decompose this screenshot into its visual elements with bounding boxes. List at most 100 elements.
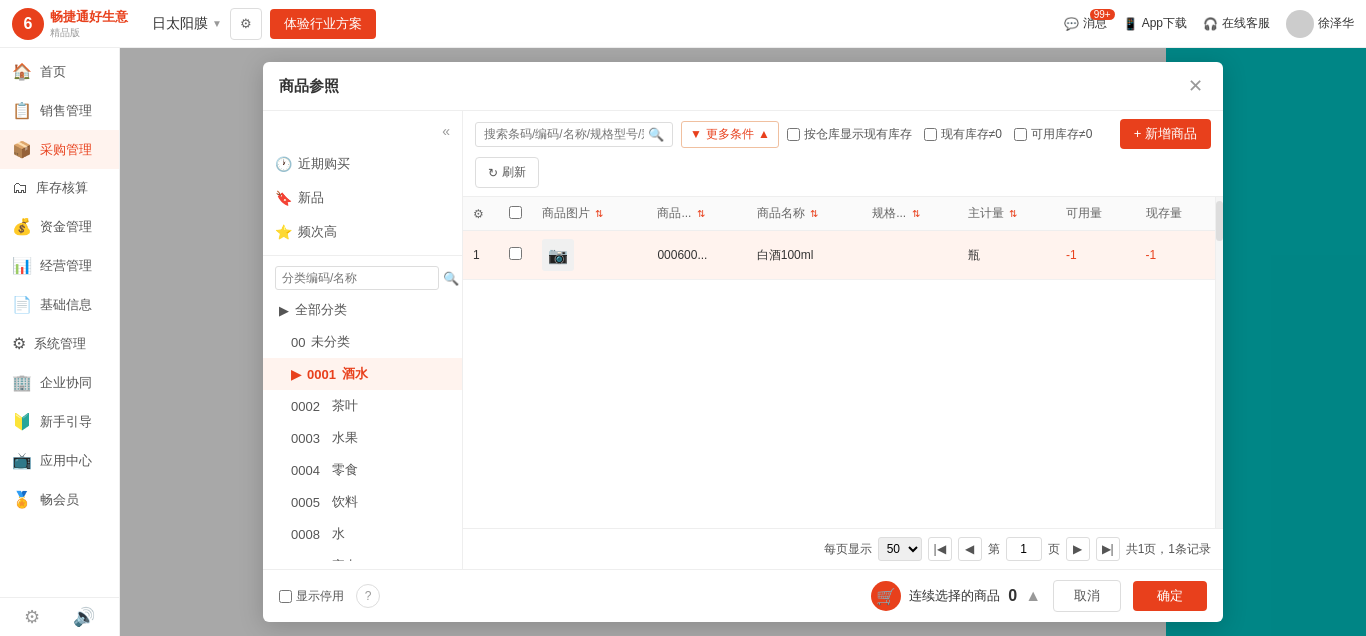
collapse-button[interactable]: « — [442, 123, 450, 139]
category-item-0004[interactable]: 0004 零食 — [263, 454, 462, 486]
sidebar-item-inventory[interactable]: 🗂 库存核算 — [0, 169, 119, 207]
modal-footer: 显示停用 ? 🛒 连续选择的商品 0 ▲ 取消 确定 — [263, 569, 1223, 622]
message-icon: 💬 — [1064, 17, 1079, 31]
modal-overlay: 商品参照 ✕ « 🕐 近期购买 — [120, 48, 1366, 636]
category-item-0005[interactable]: 0005 饮料 — [263, 486, 462, 518]
cart-area: 🛒 连续选择的商品 0 ▲ — [871, 581, 1041, 611]
category-item-0008[interactable]: 0008 水 — [263, 518, 462, 550]
cart-icon-button[interactable]: 🛒 — [871, 581, 901, 611]
warehouse-display-checkbox[interactable] — [787, 128, 800, 141]
col-settings[interactable]: ⚙ — [463, 197, 499, 231]
product-table: ⚙ 商品图片 ⇅ 商品... — [463, 197, 1215, 280]
left-panel: « 🕐 近期购买 🔖 新品 ⭐ 频次高 — [263, 111, 463, 569]
home-icon: 🏠 — [12, 62, 32, 81]
system-icon: ⚙ — [12, 334, 26, 353]
warehouse-display-label[interactable]: 按仓库显示现有库存 — [787, 126, 912, 143]
freq-icon: ⭐ — [275, 224, 292, 240]
product-reference-modal: 商品参照 ✕ « 🕐 近期购买 — [263, 62, 1223, 622]
gear-button[interactable]: ⚙ — [230, 8, 262, 40]
sidebar-item-guide[interactable]: 🔰 新手引导 — [0, 402, 119, 441]
app-download-item[interactable]: 📱 App下载 — [1123, 15, 1187, 32]
col-image: 商品图片 ⇅ — [532, 197, 647, 231]
refresh-icon: ↻ — [488, 166, 498, 180]
table-body: 1 📷 000600... 白酒100ml — [463, 231, 1215, 280]
nav-selector[interactable]: 日太阳膜 ▼ — [152, 15, 222, 33]
refresh-button[interactable]: ↻ 刷新 — [475, 157, 539, 188]
last-page-button[interactable]: ▶| — [1096, 537, 1120, 561]
new-product-item[interactable]: 🔖 新品 — [263, 181, 462, 215]
sidebar-item-sales[interactable]: 📋 销售管理 — [0, 91, 119, 130]
category-item-00[interactable]: 00 未分类 — [263, 326, 462, 358]
filter-up-icon: ▲ — [758, 127, 770, 141]
close-icon[interactable]: ✕ — [1183, 74, 1207, 98]
expand-arrow-icon: ▶ — [279, 303, 289, 318]
modal-header: 商品参照 ✕ — [263, 62, 1223, 111]
service-item[interactable]: 🎧 在线客服 — [1203, 15, 1270, 32]
first-page-button[interactable]: |◀ — [928, 537, 952, 561]
new-icon: 🔖 — [275, 190, 292, 206]
all-category-item[interactable]: ▶ 全部分类 — [263, 294, 462, 326]
category-search-icon[interactable]: 🔍 — [443, 271, 459, 286]
col-unit: 主计量 ⇅ — [958, 197, 1056, 231]
cart-collapse-icon[interactable]: ▲ — [1025, 587, 1041, 605]
product-search-input[interactable] — [484, 127, 644, 141]
show-disabled-checkbox[interactable] — [279, 590, 292, 603]
app-icon: 📱 — [1123, 17, 1138, 31]
sidebar-item-finance[interactable]: 💰 资金管理 — [0, 207, 119, 246]
prev-page-button[interactable]: ◀ — [958, 537, 982, 561]
basic-icon: 📄 — [12, 295, 32, 314]
settings-bottom-icon[interactable]: ⚙ — [24, 606, 40, 628]
sidebar-item-home[interactable]: 🏠 首页 — [0, 52, 119, 91]
sales-icon: 📋 — [12, 101, 32, 120]
row-select-checkbox[interactable] — [509, 247, 522, 260]
available-stock-checkbox[interactable] — [1014, 128, 1027, 141]
sort-icon-code: ⇅ — [697, 208, 705, 219]
sort-icon-unit: ⇅ — [1009, 208, 1017, 219]
sidebar-item-basic[interactable]: 📄 基础信息 — [0, 285, 119, 324]
sidebar-item-appcenter[interactable]: 📺 应用中心 — [0, 441, 119, 480]
sidebar-item-enterprise[interactable]: 🏢 企业协同 — [0, 363, 119, 402]
next-page-button[interactable]: ▶ — [1066, 537, 1090, 561]
sort-icon: ⇅ — [595, 208, 603, 219]
add-product-button[interactable]: + 新增商品 — [1120, 119, 1211, 149]
confirm-button[interactable]: 确定 — [1133, 581, 1207, 611]
col-stock: 现存量 — [1136, 197, 1216, 231]
recent-purchase-item[interactable]: 🕐 近期购买 — [263, 147, 462, 181]
cancel-button[interactable]: 取消 — [1053, 580, 1121, 612]
checkbox-row: 按仓库显示现有库存 现有库存≠0 可用库存≠0 — [787, 126, 1093, 143]
sidebar-item-purchase[interactable]: 📦 采购管理 — [0, 130, 119, 169]
sidebar-item-system[interactable]: ⚙ 系统管理 — [0, 324, 119, 363]
filter-button[interactable]: ▼ 更多条件 ▲ — [681, 121, 779, 148]
category-search-input[interactable] — [275, 266, 439, 290]
right-scrollbar[interactable] — [1215, 197, 1223, 528]
existing-stock-label[interactable]: 现有库存≠0 — [924, 126, 1002, 143]
row-available: -1 — [1056, 231, 1135, 280]
existing-stock-checkbox[interactable] — [924, 128, 937, 141]
high-frequency-item[interactable]: ⭐ 频次高 — [263, 215, 462, 249]
message-item[interactable]: 💬 消息 99+ — [1064, 15, 1107, 32]
category-item-0001[interactable]: ▶ 0001 酒水 — [263, 358, 462, 390]
user-item[interactable]: 徐泽华 — [1286, 10, 1354, 38]
help-button[interactable]: ? — [356, 584, 380, 608]
volume-icon[interactable]: 🔊 — [73, 606, 95, 628]
sidebar-item-member[interactable]: 🏅 畅会员 — [0, 480, 119, 519]
category-item-0002[interactable]: 0002 茶叶 — [263, 390, 462, 422]
sidebar-item-operation[interactable]: 📊 经营管理 — [0, 246, 119, 285]
trial-button[interactable]: 体验行业方案 — [270, 9, 376, 39]
modal-title: 商品参照 — [279, 77, 339, 96]
left-panel-header: « — [263, 119, 462, 147]
show-disabled-area: 显示停用 — [279, 588, 344, 605]
main-layout: 🏠 首页 📋 销售管理 📦 采购管理 🗂 库存核算 💰 资金管理 📊 经营管理 … — [0, 48, 1366, 636]
per-page-select[interactable]: 50 — [878, 537, 922, 561]
table-row[interactable]: 1 📷 000600... 白酒100ml — [463, 231, 1215, 280]
modal-body: « 🕐 近期购买 🔖 新品 ⭐ 频次高 — [263, 111, 1223, 569]
col-code: 商品... ⇅ — [647, 197, 746, 231]
nav-right: 💬 消息 99+ 📱 App下载 🎧 在线客服 徐泽华 — [1064, 10, 1354, 38]
search-icon[interactable]: 🔍 — [648, 127, 664, 142]
select-all-checkbox[interactable] — [509, 206, 522, 219]
available-stock-label[interactable]: 可用库存≠0 — [1014, 126, 1092, 143]
category-item-0003[interactable]: 0003 水果 — [263, 422, 462, 454]
category-item-0010[interactable]: 0010 家电 — [263, 550, 462, 561]
page-number-input[interactable] — [1006, 537, 1042, 561]
content-area: 商品参照 ✕ « 🕐 近期购买 — [120, 48, 1366, 636]
